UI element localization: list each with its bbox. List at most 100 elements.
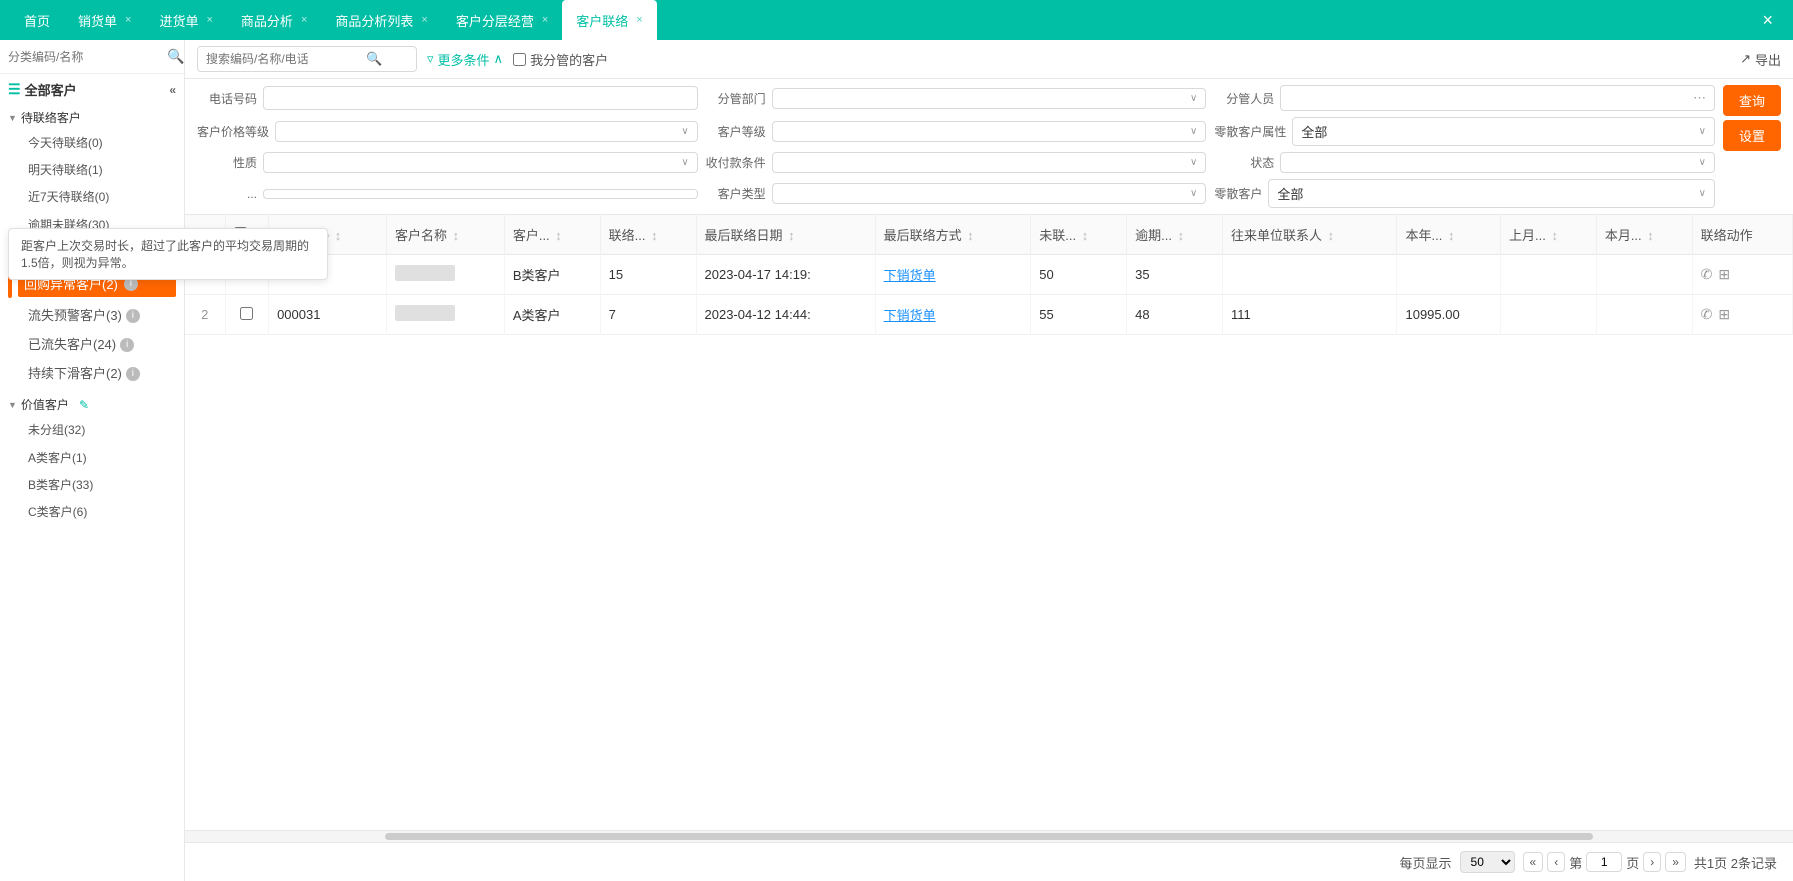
- pending-contact-group[interactable]: ▼ 待联络客户: [0, 105, 184, 130]
- main-search-input[interactable]: [206, 52, 366, 66]
- close-all-button[interactable]: ×: [1752, 10, 1783, 31]
- already-lost-info-icon[interactable]: i: [120, 338, 134, 352]
- prev-page-button[interactable]: ‹: [1547, 852, 1565, 872]
- this-year-col[interactable]: 本年... ↕: [1397, 215, 1500, 255]
- close-customer-tier-tab[interactable]: ×: [542, 14, 548, 26]
- scrollbar-thumb[interactable]: [385, 833, 1593, 840]
- sidebar-search-input[interactable]: [8, 50, 163, 64]
- status-select[interactable]: ∨: [1280, 152, 1715, 173]
- this-month-sort-icon: ↕: [1647, 228, 1654, 243]
- sidebar-item-7days[interactable]: 近7天待联络(0): [0, 184, 184, 211]
- scatter-customer-select[interactable]: 全部 ∨: [1268, 179, 1715, 208]
- sidebar-item-ungroup[interactable]: 未分组(32): [0, 417, 184, 444]
- query-button[interactable]: 查询: [1723, 85, 1781, 116]
- tab-customer-tier[interactable]: 客户分层经营 ×: [442, 0, 562, 40]
- filter-icon: ▿: [427, 51, 434, 67]
- settings-button[interactable]: 设置: [1723, 120, 1781, 151]
- name-col[interactable]: 客户名称 ↕: [386, 215, 504, 255]
- last-method-col[interactable]: 最后联络方式 ↕: [875, 215, 1031, 255]
- this-month-col[interactable]: 本月... ↕: [1596, 215, 1692, 255]
- sidebar-item-today[interactable]: 今天待联络(0): [0, 130, 184, 157]
- nature-select[interactable]: ∨: [263, 152, 698, 173]
- close-product-analysis-tab[interactable]: ×: [301, 14, 307, 26]
- sidebar-item-a-class[interactable]: A类客户(1): [0, 445, 184, 472]
- sidebar-all-customers[interactable]: ☰ 全部客户 «: [0, 74, 184, 105]
- last-date-col[interactable]: 最后联络日期 ↕: [696, 215, 875, 255]
- sidebar-search-bar: 🔍: [0, 40, 184, 74]
- pagination-bar: 每页显示 50 100 200 « ‹ 第 页 › » 共1页 2条记录: [185, 842, 1793, 881]
- price-level-chevron-icon: ∨: [681, 126, 688, 137]
- advanced-filters: 电话号码 分管部门 ∨ 分管人员: [185, 79, 1793, 215]
- nature-label: 性质: [197, 154, 257, 171]
- dept-select[interactable]: ∨: [772, 88, 1207, 109]
- phone-input[interactable]: [263, 86, 698, 110]
- row2-this-month: [1596, 295, 1692, 335]
- row2-select-checkbox[interactable]: [240, 307, 253, 320]
- customer-type-select[interactable]: ∨: [772, 183, 1207, 204]
- row2-phone-icon[interactable]: ✆: [1701, 306, 1713, 323]
- filter-status: 状态 ∨: [1214, 152, 1715, 173]
- first-page-button[interactable]: «: [1523, 852, 1544, 872]
- sidebar-item-lost-predict[interactable]: 流失预警客户(3) i: [0, 302, 184, 331]
- sidebar-item-b-class[interactable]: B类客户(33): [0, 472, 184, 499]
- person-select[interactable]: ⋯: [1280, 85, 1715, 111]
- tab-home[interactable]: 首页: [10, 0, 64, 40]
- continuous-down-info-icon[interactable]: i: [126, 367, 140, 381]
- row1-contact: 15: [600, 255, 696, 295]
- row1-grid-icon[interactable]: ⊞: [1718, 266, 1730, 283]
- sidebar-item-tomorrow[interactable]: 明天待联络(1): [0, 157, 184, 184]
- close-sales-tab[interactable]: ×: [125, 14, 131, 26]
- tab-customer-contact[interactable]: 客户联络 ×: [562, 0, 656, 40]
- horizontal-scrollbar[interactable]: [185, 830, 1793, 842]
- tab-sales[interactable]: 销货单 ×: [64, 0, 145, 40]
- pending-contact-expand-icon: ▼: [8, 113, 17, 123]
- type-col[interactable]: 客户... ↕: [504, 215, 600, 255]
- last-page-button[interactable]: »: [1665, 852, 1686, 872]
- last-month-col[interactable]: 上月... ↕: [1500, 215, 1596, 255]
- next-page-button[interactable]: ›: [1643, 852, 1661, 872]
- main-search-icon[interactable]: 🔍: [366, 51, 382, 67]
- row1-action-icons: ✆ ⊞: [1701, 266, 1784, 283]
- sidebar-item-continuous-down[interactable]: 持续下滑客户(2) i: [0, 360, 184, 389]
- row1-unit-contact: [1222, 255, 1397, 295]
- current-page-input[interactable]: [1586, 852, 1622, 872]
- row2-overdue: 48: [1127, 295, 1223, 335]
- tab-product-analysis-list[interactable]: 商品分析列表 ×: [321, 0, 441, 40]
- close-customer-contact-tab[interactable]: ×: [636, 14, 642, 26]
- row2-type: A类客户: [504, 295, 600, 335]
- value-customer-edit-icon[interactable]: ✎: [79, 398, 89, 412]
- lost-predict-info-icon[interactable]: i: [126, 309, 140, 323]
- price-level-select[interactable]: ∨: [275, 121, 698, 142]
- sidebar-item-already-lost[interactable]: 已流失客户(24) i: [0, 331, 184, 360]
- my-customers-checkbox[interactable]: [513, 53, 526, 66]
- row2-last-method[interactable]: 下销货单: [875, 295, 1031, 335]
- contact-sort-icon: ↕: [651, 228, 658, 243]
- last-month-sort-icon: ↕: [1551, 228, 1558, 243]
- scatter-customer-label: 零散客户: [1214, 185, 1262, 202]
- overdue-col[interactable]: 逾期... ↕: [1127, 215, 1223, 255]
- per-page-select[interactable]: 50 100 200: [1460, 851, 1515, 873]
- row1-last-method[interactable]: 下销货单: [875, 255, 1031, 295]
- payment-select[interactable]: ∨: [772, 152, 1207, 173]
- not-contact-col[interactable]: 未联... ↕: [1031, 215, 1127, 255]
- tab-product-analysis[interactable]: 商品分析 ×: [227, 0, 321, 40]
- close-product-list-tab[interactable]: ×: [421, 14, 427, 26]
- value-customer-group[interactable]: ▼ 价值客户 ✎: [0, 392, 184, 417]
- row2-grid-icon[interactable]: ⊞: [1718, 306, 1730, 323]
- row1-last-month: [1500, 255, 1596, 295]
- sidebar-item-c-class[interactable]: C类客户(6): [0, 499, 184, 526]
- close-purchase-tab[interactable]: ×: [206, 14, 212, 26]
- contact-col[interactable]: 联络... ↕: [600, 215, 696, 255]
- more-dot-select[interactable]: [263, 189, 698, 199]
- nature-chevron-icon: ∨: [681, 157, 688, 168]
- customer-level-label: 客户等级: [706, 123, 766, 140]
- sidebar-search-icon[interactable]: 🔍: [167, 48, 184, 65]
- row1-phone-icon[interactable]: ✆: [1701, 266, 1713, 283]
- row2-name: [386, 295, 504, 335]
- tab-purchase[interactable]: 进货单 ×: [145, 0, 226, 40]
- unit-contact-col[interactable]: 往来单位联系人 ↕: [1222, 215, 1397, 255]
- more-conditions-btn[interactable]: ▿ 更多条件 ∧: [427, 50, 503, 69]
- scatter-attr-select[interactable]: 全部 ∨: [1292, 117, 1715, 146]
- export-button[interactable]: ↗ 导出: [1740, 50, 1781, 69]
- customer-level-select[interactable]: ∨: [772, 121, 1207, 142]
